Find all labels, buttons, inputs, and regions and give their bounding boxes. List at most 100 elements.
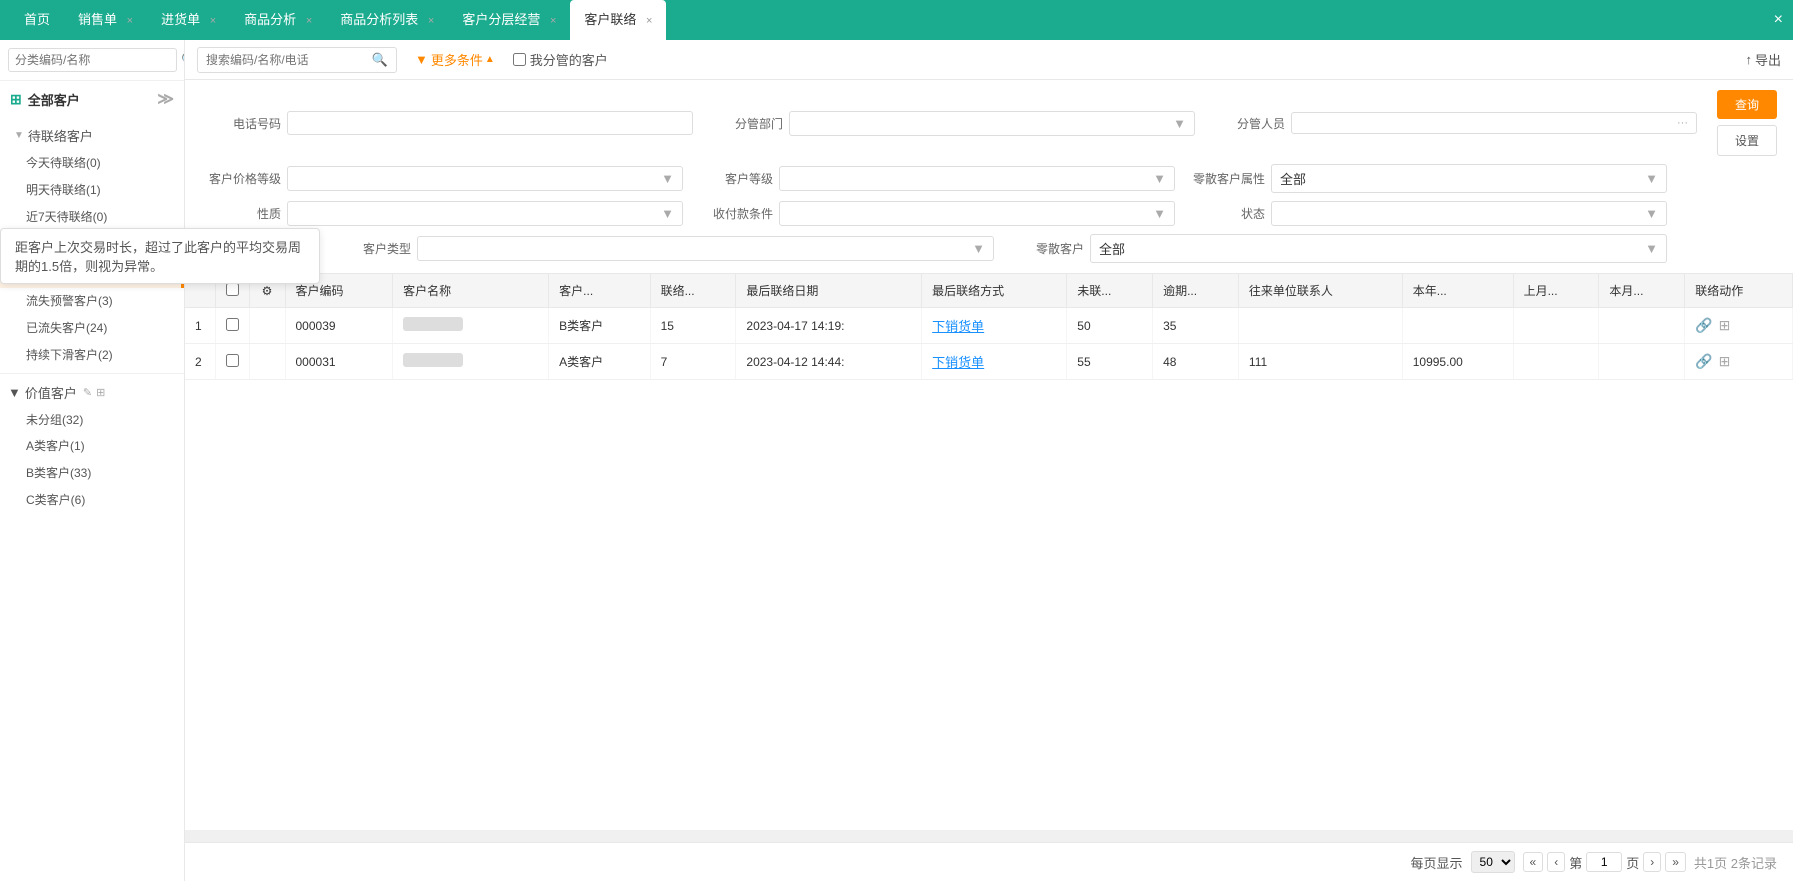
td-last-month-2 [1513, 344, 1599, 380]
last-page-btn[interactable]: » [1665, 852, 1686, 872]
td-overdue-2: 48 [1153, 344, 1239, 380]
td-last-contact-way-1[interactable]: 下销货单 [922, 308, 1067, 344]
nav-home[interactable]: 首页 [10, 0, 64, 40]
last-contact-way-link-2[interactable]: 下销货单 [932, 355, 984, 370]
manager-more-icon[interactable]: ··· [1677, 117, 1688, 129]
declining-customers-item[interactable]: 持续下滑客户(2) [0, 342, 184, 369]
nav-product-list[interactable]: 商品分析列表 × [326, 0, 448, 40]
nav-sales[interactable]: 销售单 × [64, 0, 147, 40]
customer-grade-arrow: ▼ [1153, 171, 1166, 186]
nav-customer-tier[interactable]: 客户分层经营 × [448, 0, 570, 40]
th-grade: 客户... [549, 274, 650, 308]
td-last-contact-way-2[interactable]: 下销货单 [922, 344, 1067, 380]
price-grade-select[interactable]: ▼ [287, 166, 683, 191]
dept-arrow-icon: ▼ [1173, 116, 1186, 131]
td-company-contact-1 [1238, 308, 1402, 344]
prev-page-btn[interactable]: ‹ [1547, 852, 1565, 872]
grid-action-icon-1[interactable]: ⊞ [1719, 317, 1731, 334]
unclassified-item[interactable]: 未分组(32) [0, 407, 184, 434]
week-contact-item[interactable]: 近7天待联络(0) [0, 204, 184, 231]
manager-field: 分管人员 ··· [1205, 112, 1697, 134]
lost-customers-item[interactable]: 已流失客户(24) [0, 315, 184, 342]
row1-checkbox[interactable] [226, 318, 239, 331]
add-group-icon[interactable]: ⊞ [96, 386, 105, 399]
query-button[interactable]: 查询 [1717, 90, 1777, 119]
nav-purchase[interactable]: 进货单 × [147, 0, 230, 40]
nav-purchase-close[interactable]: × [210, 15, 216, 27]
sidebar-search-input[interactable] [8, 48, 177, 72]
per-page-select[interactable]: 50 [1471, 851, 1515, 873]
window-close-button[interactable]: × [1774, 11, 1783, 29]
export-button[interactable]: ↑ 导出 [1745, 50, 1781, 69]
scatter-attr-label: 零散客户属性 [1185, 170, 1265, 187]
select-all-checkbox[interactable] [226, 283, 239, 296]
main-search-input[interactable] [206, 53, 372, 67]
th-last-month: 上月... [1513, 274, 1599, 308]
main-search-icon[interactable]: 🔍 [372, 52, 388, 68]
nav-customer-contact-close[interactable]: × [646, 15, 652, 27]
customer-grade-field: 客户等级 ▼ [693, 166, 1175, 191]
customers-table: ⚙ 客户编码 客户名称 客户... 联络... 最后联络日期 最后联络方式 未联… [185, 274, 1793, 380]
status-field: 状态 ▼ [1185, 201, 1667, 226]
td-grade-1: B类客户 [549, 308, 650, 344]
td-check-1[interactable] [215, 308, 249, 344]
horizontal-scrollbar[interactable] [185, 830, 1793, 842]
nav-product-analysis[interactable]: 商品分析 × [230, 0, 326, 40]
tomorrow-contact-item[interactable]: 明天待联络(1) [0, 177, 184, 204]
payment-field: 收付款条件 ▼ [693, 201, 1175, 226]
more-conditions-btn[interactable]: ▼ 更多条件 ▲ [407, 46, 503, 73]
sidebar-all-customers-header[interactable]: ⊞ 全部客户 ≫ [0, 81, 184, 117]
next-page-btn[interactable]: › [1643, 852, 1661, 872]
my-customers-checkbox[interactable]: 我分管的客户 [513, 50, 608, 69]
customer-type-select[interactable]: ▼ [417, 236, 994, 261]
customer-grade-select[interactable]: ▼ [779, 166, 1175, 191]
main-layout: 🔍 ⊞ 全部客户 ≫ ▼ 待联络客户 今天待联络(0) 明天待联络(1) 近7天… [0, 40, 1793, 881]
td-contact-2: 7 [650, 344, 736, 380]
nature-select[interactable]: ▼ [287, 201, 683, 226]
lost-warning-item[interactable]: 流失预警客户(3) [0, 288, 184, 315]
phone-input[interactable] [287, 111, 693, 135]
td-company-contact-2: 111 [1238, 344, 1402, 380]
scatter-customer-select[interactable]: 全部 ▼ [1090, 234, 1667, 263]
table-header-row: ⚙ 客户编码 客户名称 客户... 联络... 最后联络日期 最后联络方式 未联… [185, 274, 1793, 308]
value-customers-group[interactable]: ▼ 价值客户 ✎ ⊞ [0, 378, 184, 407]
link-action-icon-1[interactable]: 🔗 [1695, 317, 1712, 334]
nav-product-list-close[interactable]: × [428, 15, 434, 27]
nav-customer-contact[interactable]: 客户联络 × [570, 0, 666, 40]
edit-icon[interactable]: ✎ [83, 386, 92, 399]
class-c-item[interactable]: C类客户(6) [0, 487, 184, 514]
row2-checkbox[interactable] [226, 354, 239, 367]
last-contact-way-link-1[interactable]: 下销货单 [932, 319, 984, 334]
payment-select[interactable]: ▼ [779, 201, 1175, 226]
td-action-1: 🔗 ⊞ [1685, 308, 1793, 344]
status-arrow: ▼ [1645, 206, 1658, 221]
class-a-item[interactable]: A类客户(1) [0, 433, 184, 460]
th-action: 联络动作 [1685, 274, 1793, 308]
main-search-box[interactable]: 🔍 [197, 47, 397, 73]
nav-product-close[interactable]: × [306, 15, 312, 27]
link-action-icon-2[interactable]: 🔗 [1695, 353, 1712, 370]
th-overdue: 逾期... [1153, 274, 1239, 308]
dept-select[interactable]: ▼ [789, 111, 1195, 136]
my-customers-check[interactable] [513, 53, 526, 66]
manager-select[interactable]: ··· [1291, 112, 1697, 134]
scatter-attr-select[interactable]: 全部 ▼ [1271, 164, 1667, 193]
nav-customer-tier-close[interactable]: × [550, 15, 556, 27]
class-b-item[interactable]: B类客户(33) [0, 460, 184, 487]
sidebar-collapse-btn[interactable]: ≫ [157, 89, 174, 109]
pending-contact-title[interactable]: ▼ 待联络客户 [0, 121, 184, 150]
nav-sales-close[interactable]: × [127, 15, 133, 27]
table-scroll-wrap[interactable]: ⚙ 客户编码 客户名称 客户... 联络... 最后联络日期 最后联络方式 未联… [185, 274, 1793, 830]
first-page-btn[interactable]: « [1523, 852, 1544, 872]
today-contact-item[interactable]: 今天待联络(0) [0, 150, 184, 177]
grid-action-icon-2[interactable]: ⊞ [1719, 353, 1731, 370]
td-check-2[interactable] [215, 344, 249, 380]
setting-button[interactable]: 设置 [1717, 125, 1777, 156]
customers-icon: ⊞ [10, 91, 22, 108]
pagination-nav: « ‹ 第 页 › » [1523, 852, 1686, 872]
status-select[interactable]: ▼ [1271, 201, 1667, 226]
page-input[interactable] [1586, 852, 1622, 872]
table-row: 1 000039 B类客户 15 2023-04-17 14:19: 下销货单 [185, 308, 1793, 344]
arrow-icon: ▼ [14, 130, 24, 141]
th-company-contact: 往来单位联系人 [1238, 274, 1402, 308]
